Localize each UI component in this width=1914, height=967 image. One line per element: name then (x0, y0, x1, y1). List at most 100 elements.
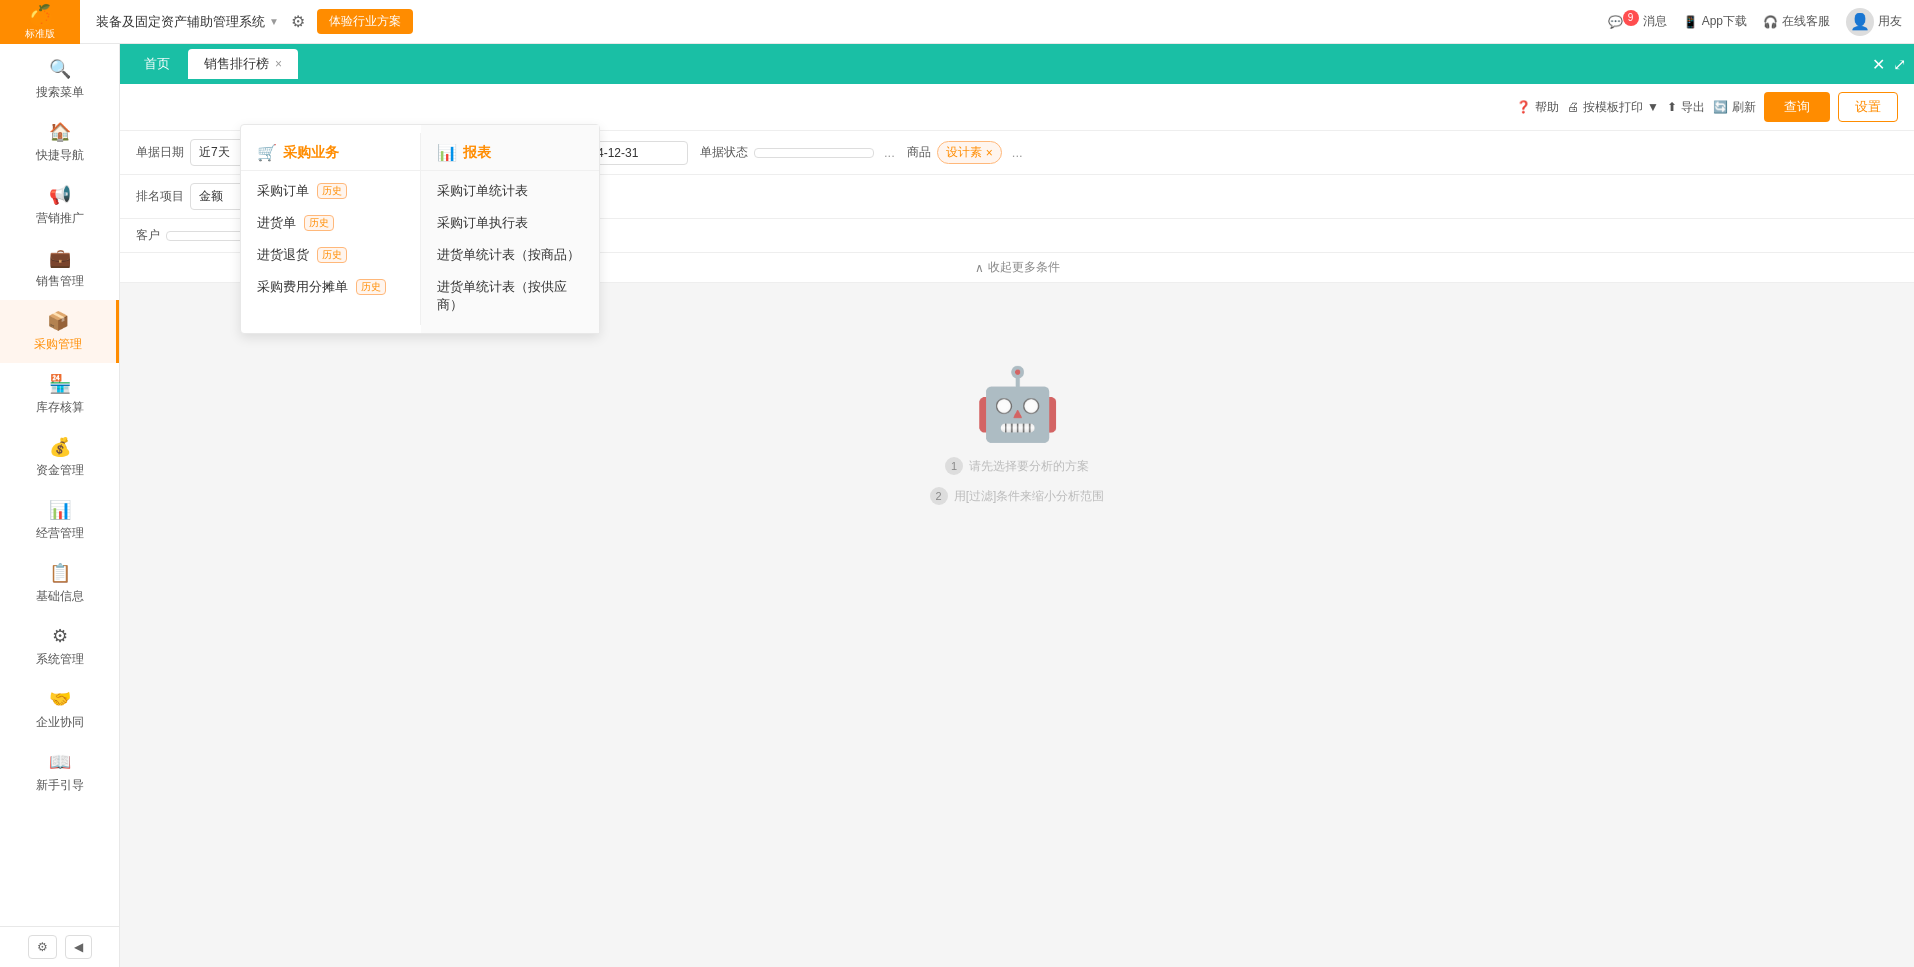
sidebar-item-label: 搜索菜单 (36, 84, 84, 101)
message-icon: 💬 (1608, 15, 1623, 29)
sidebar-item-search[interactable]: 🔍 搜索菜单 (0, 48, 119, 111)
message-button[interactable]: 💬 9 消息 (1608, 13, 1667, 30)
status-label: 单据状态 (700, 144, 748, 161)
goods-tag: 设计素 × (937, 141, 1002, 164)
export-button[interactable]: ⬆ 导出 (1667, 99, 1705, 116)
query-button[interactable]: 查询 (1764, 92, 1830, 122)
dropdown-col-report: 📊 报表 采购订单统计表 采购订单执行表 进货单统计表（按商品） (421, 125, 600, 333)
dropdown-item-receive-goods[interactable]: 进货单统计表（按商品） (421, 239, 600, 271)
package-icon: 📦 (47, 310, 69, 332)
export-icon: ⬆ (1667, 100, 1677, 114)
print-button[interactable]: 🖨 按模板打印 ▼ (1567, 99, 1659, 116)
purchase-dropdown-menu: 🛒 采购业务 采购订单 历史 进货单 历史 进货退货 (240, 124, 600, 334)
window-close-button[interactable]: ✕ (1872, 55, 1885, 74)
dropdown-arrow-icon: ▼ (269, 16, 279, 27)
dropdown-item-receive-supplier[interactable]: 进货单统计表（按供应商） (421, 271, 600, 321)
online-service-button[interactable]: 🎧 在线客服 (1763, 13, 1830, 30)
sidebar-settings-button[interactable]: ⚙ (28, 935, 57, 959)
window-expand-button[interactable]: ⤢ (1893, 55, 1906, 74)
tab-sales-rank[interactable]: 销售排行榜 × (188, 49, 298, 79)
message-badge: 9 (1623, 10, 1639, 26)
empty-illustration: 🤖 (974, 363, 1061, 445)
chart-icon: 📊 (49, 499, 71, 521)
sidebar-bottom: ⚙ ◀ (0, 926, 119, 967)
sidebar-item-guide[interactable]: 📖 新手引导 (0, 741, 119, 804)
sidebar-item-finance[interactable]: 💰 资金管理 (0, 426, 119, 489)
sidebar-item-sales[interactable]: 💼 销售管理 (0, 237, 119, 300)
refresh-button[interactable]: 🔄 刷新 (1713, 99, 1756, 116)
sidebar-item-label: 营销推广 (36, 210, 84, 227)
cart-icon: 🛒 (257, 143, 277, 162)
dropdown-item-receive[interactable]: 进货单 历史 (241, 207, 420, 239)
history-badge: 历史 (304, 215, 334, 231)
goods-label: 商品 (907, 144, 931, 161)
sidebar-item-basic[interactable]: 📋 基础信息 (0, 552, 119, 615)
tab-bar-actions: ✕ ⤢ (1872, 55, 1906, 74)
sidebar: 🔍 搜索菜单 🏠 快捷导航 📢 营销推广 💼 销售管理 📦 采购管理 🏪 库存核… (0, 44, 120, 967)
dropdown-col-purchase-header: 🛒 采购业务 (241, 137, 420, 171)
main-layout: 🔍 搜索菜单 🏠 快捷导航 📢 营销推广 💼 销售管理 📦 采购管理 🏪 库存核… (0, 44, 1914, 967)
gear-icon: ⚙ (52, 625, 68, 647)
tab-home[interactable]: 首页 (128, 49, 186, 79)
status-dots[interactable]: ... (884, 145, 895, 160)
sidebar-collapse-button[interactable]: ◀ (65, 935, 92, 959)
topbar: 🍊 标准版 装备及固定资产辅助管理系统 ▼ ⚙ 体验行业方案 💬 9 消息 📱 … (0, 0, 1914, 44)
rank-label: 排名项目 (136, 188, 184, 205)
dropdown-item-expense[interactable]: 采购费用分摊单 历史 (241, 271, 420, 303)
logo-icon: 🍊 (28, 3, 53, 27)
topbar-right: 💬 9 消息 📱 App下载 🎧 在线客服 👤 用友 (1608, 8, 1902, 36)
app-download-button[interactable]: 📱 App下载 (1683, 13, 1747, 30)
tab-close-icon[interactable]: × (275, 57, 282, 71)
sidebar-item-label: 企业协同 (36, 714, 84, 731)
sidebar-item-marketing[interactable]: 📢 营销推广 (0, 174, 119, 237)
dropdown-item-return[interactable]: 进货退货 历史 (241, 239, 420, 271)
sidebar-item-label: 基础信息 (36, 588, 84, 605)
logo: 🍊 标准版 (0, 0, 80, 44)
settings-icon[interactable]: ⚙ (291, 12, 305, 31)
history-badge: 历史 (317, 247, 347, 263)
status-select[interactable] (754, 148, 874, 158)
briefcase-icon: 💼 (49, 247, 71, 269)
sidebar-item-operation[interactable]: 📊 经营管理 (0, 489, 119, 552)
status-filter: 单据状态 ... (700, 144, 895, 161)
user-menu[interactable]: 👤 用友 (1846, 8, 1902, 36)
empty-hint-1: 1 请先选择要分析的方案 (945, 457, 1089, 475)
clipboard-icon: 📋 (49, 562, 71, 584)
goods-filter: 商品 设计素 × ... (907, 141, 1023, 164)
sidebar-item-system[interactable]: ⚙ 系统管理 (0, 615, 119, 678)
dropdown-item-purchase-order[interactable]: 采购订单 历史 (241, 175, 420, 207)
sidebar-item-label: 快捷导航 (36, 147, 84, 164)
sidebar-item-label: 新手引导 (36, 777, 84, 794)
dropdown-item-order-stat[interactable]: 采购订单统计表 (421, 175, 600, 207)
collapse-arrow-icon: ∧ (975, 261, 984, 275)
sidebar-item-inventory[interactable]: 🏪 库存核算 (0, 363, 119, 426)
industry-button[interactable]: 体验行业方案 (317, 9, 413, 34)
customer-label: 客户 (136, 227, 160, 244)
sidebar-item-label: 系统管理 (36, 651, 84, 668)
date-label: 单据日期 (136, 144, 184, 161)
sidebar-item-label: 经营管理 (36, 525, 84, 542)
main-content: 首页 销售排行榜 × ✕ ⤢ ❓ 帮助 🖨 按模板打印 (120, 44, 1914, 967)
history-badge: 历史 (317, 183, 347, 199)
handshake-icon: 🤝 (49, 688, 71, 710)
money-icon: 💰 (49, 436, 71, 458)
home-icon: 🏠 (49, 121, 71, 143)
sidebar-item-nav[interactable]: 🏠 快捷导航 (0, 111, 119, 174)
goods-tag-close-icon[interactable]: × (986, 146, 993, 160)
system-title: 装备及固定资产辅助管理系统 ▼ (96, 13, 279, 31)
sidebar-item-cooperation[interactable]: 🤝 企业协同 (0, 678, 119, 741)
headset-icon: 🎧 (1763, 15, 1778, 29)
search-icon: 🔍 (49, 58, 71, 80)
setting-button[interactable]: 设置 (1838, 92, 1898, 122)
help-button[interactable]: ❓ 帮助 (1516, 99, 1559, 116)
page-content: ❓ 帮助 🖨 按模板打印 ▼ ⬆ 导出 🔄 刷新 查询 设置 (120, 84, 1914, 967)
book-icon: 📖 (49, 751, 71, 773)
logo-subtext: 标准版 (25, 27, 55, 41)
goods-dots[interactable]: ... (1012, 145, 1023, 160)
help-icon: ❓ (1516, 100, 1531, 114)
sidebar-item-purchase[interactable]: 📦 采购管理 (0, 300, 119, 363)
print-icon: 🖨 (1567, 100, 1579, 114)
store-icon: 🏪 (49, 373, 71, 395)
dropdown-item-order-exec[interactable]: 采购订单执行表 (421, 207, 600, 239)
print-arrow-icon: ▼ (1647, 100, 1659, 114)
